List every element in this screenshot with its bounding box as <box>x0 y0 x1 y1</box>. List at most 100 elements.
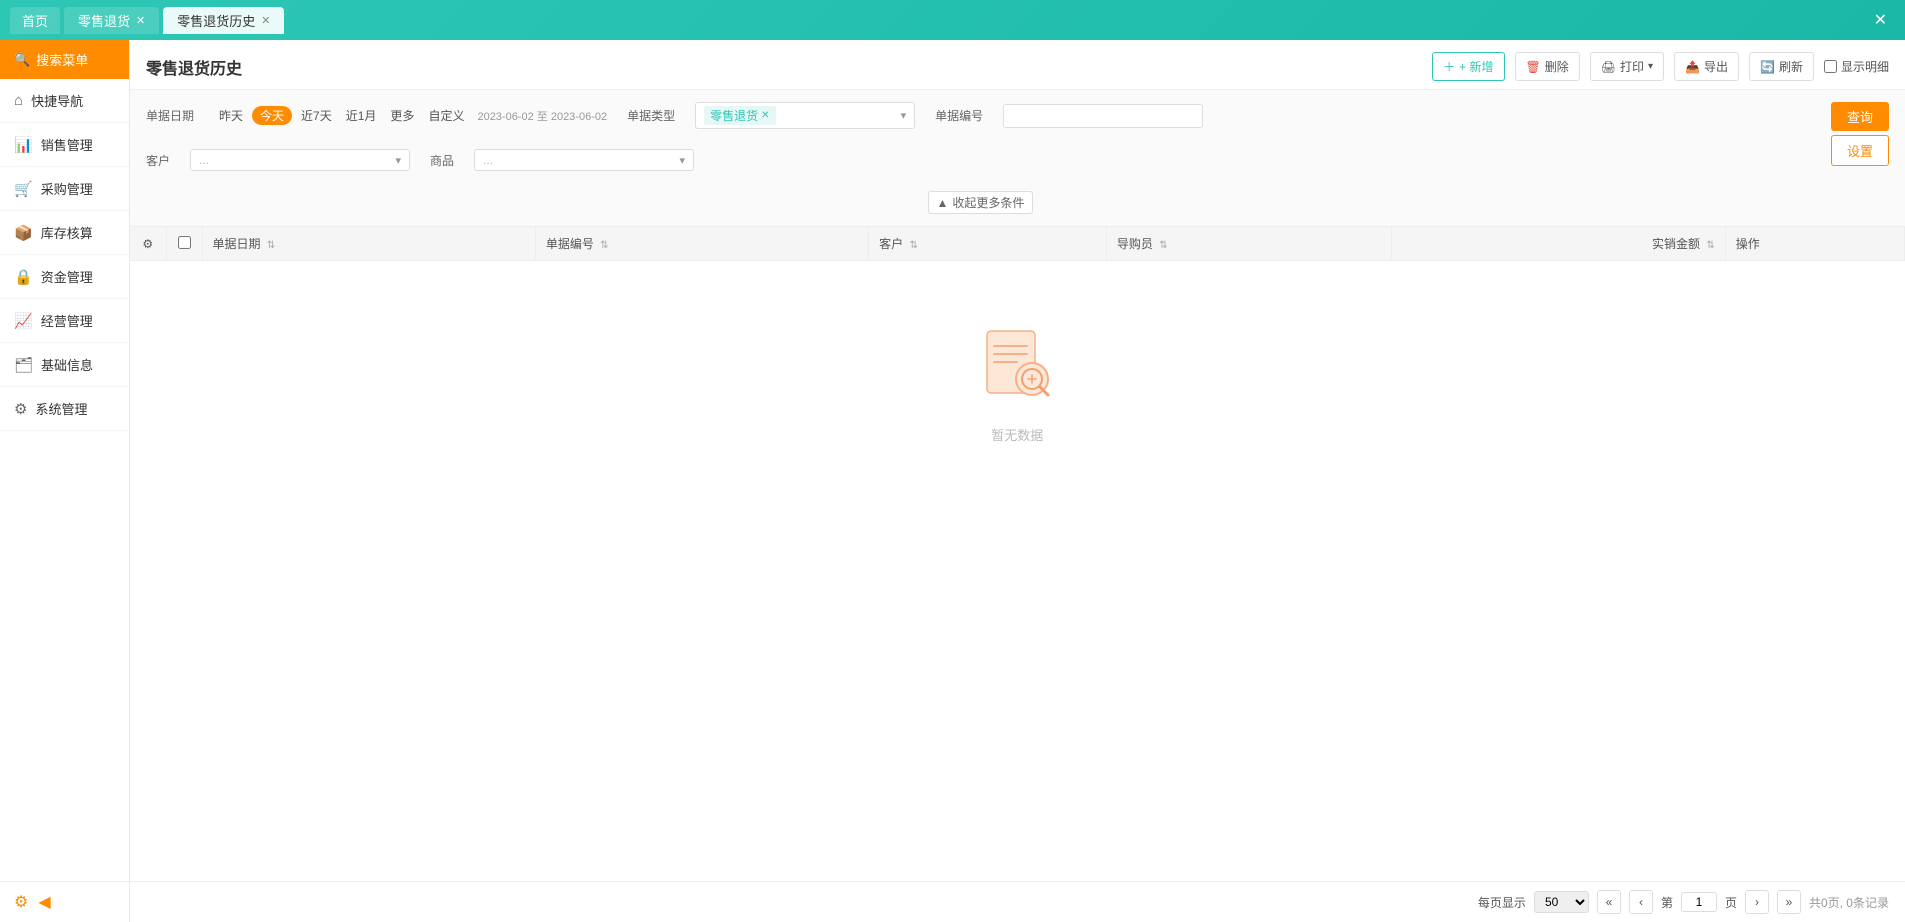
first-page-button[interactable]: « <box>1597 890 1621 914</box>
last-page-icon: » <box>1786 895 1793 909</box>
customer-select[interactable]: ... ▾ <box>190 149 410 171</box>
date-option-1month[interactable]: 近1月 <box>341 105 382 126</box>
show-detail-checkbox[interactable] <box>1824 60 1837 73</box>
customer-arrow: ▾ <box>395 154 401 167</box>
guide-sort-icon[interactable]: ⇅ <box>1159 240 1167 251</box>
window-close-icon[interactable]: ✕ <box>1866 6 1895 34</box>
docno-sort-icon[interactable]: ⇅ <box>600 240 608 251</box>
close-tab-retail-return[interactable]: ✕ <box>136 14 145 27</box>
table-settings-icon[interactable]: ⚙ <box>142 237 153 251</box>
setting-button[interactable]: 设置 <box>1831 135 1889 166</box>
sidebar-item-operations[interactable]: 📈 经营管理 <box>0 299 129 343</box>
type-select-arrow: ▾ <box>901 109 907 122</box>
goods-select[interactable]: ... ▾ <box>474 149 694 171</box>
prev-page-icon: ‹ <box>1639 895 1643 909</box>
table-header-row: ⚙ 单据日期 ⇅ 单据编号 ⇅ <box>130 227 1905 261</box>
th-amount: 实销金额 ⇅ <box>1392 227 1725 261</box>
next-page-icon: › <box>1755 895 1759 909</box>
sidebar-label-inventory: 库存核算 <box>41 223 93 242</box>
date-option-custom[interactable]: 自定义 <box>423 105 469 126</box>
basic-info-icon: 🗂 <box>14 356 33 374</box>
content-area: 零售退货历史 ＋ + 新增 🗑 删除 🖨 打印 ▾ 📤 导出 <box>130 40 1905 922</box>
home-tab-label: 首页 <box>22 11 48 30</box>
filter-area: 单据日期 昨天 今天 近7天 近1月 更多 自定义 2023-06-02 至 2… <box>130 90 1905 227</box>
sidebar-item-basic-info[interactable]: 🗂 基础信息 <box>0 343 129 387</box>
sidebar-label-system: 系统管理 <box>35 399 87 418</box>
amount-sort-icon[interactable]: ⇅ <box>1706 240 1714 251</box>
collapse-button[interactable]: ▲ 收起更多条件 <box>928 191 1034 214</box>
sidebar-label-basic-info: 基础信息 <box>41 355 93 374</box>
tab-retail-return-history[interactable]: 零售退货历史 ✕ <box>163 7 284 34</box>
tab-home[interactable]: 首页 <box>10 7 60 34</box>
sidebar-item-purchase[interactable]: 🛒 采购管理 <box>0 167 129 211</box>
settings-bottom-icon[interactable]: ⚙ <box>14 892 28 912</box>
add-button[interactable]: ＋ + 新增 <box>1432 52 1504 81</box>
last-page-button[interactable]: » <box>1777 890 1801 914</box>
next-page-button[interactable]: › <box>1745 890 1769 914</box>
per-page-label: 每页显示 <box>1478 894 1526 911</box>
purchase-icon: 🛒 <box>14 180 33 198</box>
empty-state: 暂无数据 <box>130 261 1905 504</box>
close-tab-history[interactable]: ✕ <box>261 14 270 27</box>
select-all-checkbox[interactable] <box>178 236 191 249</box>
sidebar-item-sales[interactable]: 📊 销售管理 <box>0 123 129 167</box>
export-label: 导出 <box>1704 58 1728 75</box>
search-icon: 🔍 <box>14 52 30 68</box>
date-sort-icon[interactable]: ⇅ <box>267 240 275 251</box>
docno-input[interactable] <box>1003 104 1203 128</box>
sidebar-bottom: ⚙ ◀ <box>0 881 129 922</box>
collapse-up-icon: ▲ <box>937 196 949 210</box>
sidebar-item-finance[interactable]: 🔒 资金管理 <box>0 255 129 299</box>
th-settings[interactable]: ⚙ <box>130 227 166 261</box>
sidebar-label-sales: 销售管理 <box>41 135 93 154</box>
data-table: ⚙ 单据日期 ⇅ 单据编号 ⇅ <box>130 227 1905 504</box>
prev-page-button[interactable]: ‹ <box>1629 890 1653 914</box>
sidebar-label-operations: 经营管理 <box>41 311 93 330</box>
refresh-icon: 🔄 <box>1760 60 1775 74</box>
print-button[interactable]: 🖨 打印 ▾ <box>1590 52 1664 81</box>
date-option-more[interactable]: 更多 <box>385 105 419 126</box>
empty-text: 暂无数据 <box>991 425 1043 444</box>
docno-filter-label: 单据编号 <box>935 107 983 124</box>
date-range-display: 2023-06-02 至 2023-06-02 <box>477 108 607 124</box>
per-page-select[interactable]: 20 50 100 <box>1534 891 1589 913</box>
first-page-icon: « <box>1606 895 1613 909</box>
type-tag: 零售退货 ✕ <box>704 106 775 125</box>
delete-icon: 🗑 <box>1526 60 1541 74</box>
print-arrow-icon: ▾ <box>1648 61 1653 72</box>
show-detail-toggle[interactable]: 显示明细 <box>1824 58 1889 75</box>
customer-placeholder: ... <box>199 153 209 167</box>
goods-placeholder: ... <box>483 153 493 167</box>
top-bar: 首页 零售退货 ✕ 零售退货历史 ✕ ✕ <box>0 0 1905 40</box>
sidebar-label-finance: 资金管理 <box>41 267 93 286</box>
delete-button[interactable]: 🗑 删除 <box>1515 52 1580 81</box>
th-docno-label: 单据编号 <box>546 237 594 251</box>
sidebar-item-system[interactable]: ⚙ 系统管理 <box>0 387 129 431</box>
collapse-sidebar-icon[interactable]: ◀ <box>38 892 50 912</box>
type-select[interactable]: 零售退货 ✕ ▾ <box>695 102 915 129</box>
date-option-yesterday[interactable]: 昨天 <box>214 105 248 126</box>
sidebar-item-inventory[interactable]: 📦 库存核算 <box>0 211 129 255</box>
filter-action-buttons: 查询 设置 <box>1831 102 1889 166</box>
date-option-today[interactable]: 今天 <box>252 106 292 125</box>
query-button[interactable]: 查询 <box>1831 102 1889 131</box>
th-guide: 导购员 ⇅ <box>1106 227 1392 261</box>
add-icon: ＋ <box>1443 58 1455 75</box>
th-date: 单据日期 ⇅ <box>202 227 535 261</box>
search-menu-btn[interactable]: 🔍 搜索菜单 <box>0 40 129 79</box>
retail-return-history-tab-label: 零售退货历史 <box>177 11 255 30</box>
refresh-button[interactable]: 🔄 刷新 <box>1749 52 1814 81</box>
tab-retail-return[interactable]: 零售退货 ✕ <box>64 7 159 34</box>
type-filter-label: 单据类型 <box>627 107 675 124</box>
type-tag-close[interactable]: ✕ <box>761 110 769 121</box>
customer-sort-icon[interactable]: ⇅ <box>909 240 917 251</box>
th-date-label: 单据日期 <box>213 237 261 251</box>
date-option-7days[interactable]: 近7天 <box>296 105 337 126</box>
page-title: 零售退货历史 <box>146 55 242 79</box>
th-customer-label: 客户 <box>879 237 903 251</box>
page-number-input[interactable] <box>1681 892 1717 912</box>
sidebar-item-quick-nav[interactable]: ⌂ 快捷导航 <box>0 79 129 123</box>
export-button[interactable]: 📤 导出 <box>1674 52 1739 81</box>
table-area: ⚙ 单据日期 ⇅ 单据编号 ⇅ <box>130 227 1905 881</box>
th-checkbox[interactable] <box>166 227 202 261</box>
